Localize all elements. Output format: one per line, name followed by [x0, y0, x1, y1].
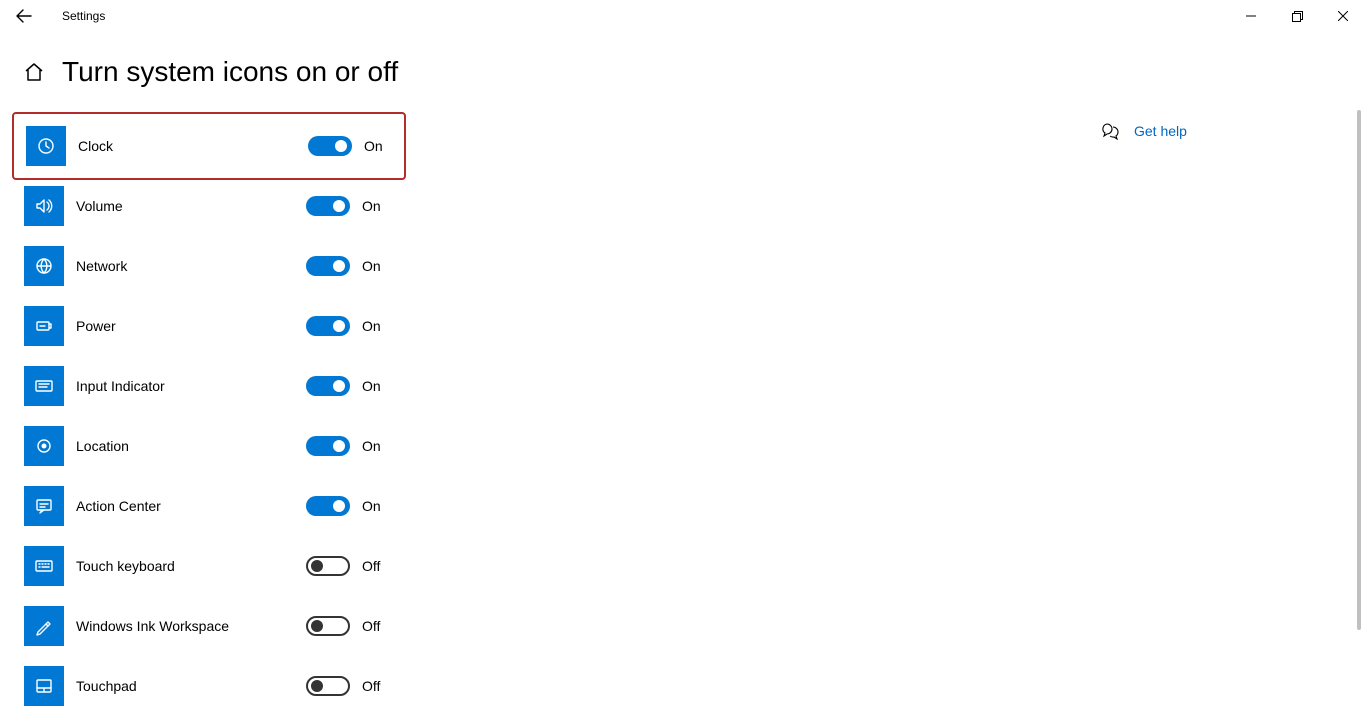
input-indicator-icon: [34, 376, 54, 396]
touch-keyboard-toggle-state: Off: [362, 558, 380, 574]
system-icon-row-clock: Clock On: [12, 112, 406, 180]
page-header: Turn system icons on or off: [0, 32, 1366, 116]
touch-keyboard-icon-box: [24, 546, 64, 586]
page-title: Turn system icons on or off: [62, 56, 398, 88]
system-icon-row-action-center: Action Center On: [24, 476, 1084, 536]
system-icon-row-power: Power On: [24, 296, 1084, 356]
power-icon: [34, 316, 54, 336]
touchpad-toggle-state: Off: [362, 678, 380, 694]
clock-icon-box: [26, 126, 66, 166]
back-arrow-icon: [16, 8, 32, 24]
location-toggle[interactable]: [306, 436, 350, 456]
maximize-button[interactable]: [1274, 0, 1320, 32]
close-icon: [1338, 11, 1348, 21]
content: ClockOnVolumeOnNetworkOnPowerOnInput Ind…: [0, 116, 1366, 716]
app-title: Settings: [52, 9, 105, 23]
input-indicator-toggle[interactable]: [306, 376, 350, 396]
windows-ink-icon: [34, 616, 54, 636]
system-icons-list: ClockOnVolumeOnNetworkOnPowerOnInput Ind…: [24, 116, 1084, 716]
system-icon-row-touchpad: Touchpad Off: [24, 656, 1084, 716]
toggle-knob: [333, 380, 345, 392]
power-toggle[interactable]: [306, 316, 350, 336]
location-icon: [34, 436, 54, 456]
titlebar-left: Settings: [8, 0, 105, 32]
toggle-knob: [335, 140, 347, 152]
touch-keyboard-icon: [34, 556, 54, 576]
toggle-knob: [333, 320, 345, 332]
touchpad-icon: [34, 676, 54, 696]
touchpad-icon-box: [24, 666, 64, 706]
location-icon-box: [24, 426, 64, 466]
windows-ink-label: Windows Ink Workspace: [76, 618, 306, 634]
scrollbar[interactable]: [1352, 110, 1366, 720]
help-chat-icon: [1102, 122, 1120, 140]
action-center-label: Action Center: [76, 498, 306, 514]
toggle-knob: [333, 440, 345, 452]
clock-toggle[interactable]: [308, 136, 352, 156]
volume-label: Volume: [76, 198, 306, 214]
toggle-knob: [311, 560, 323, 572]
toggle-knob: [311, 680, 323, 692]
home-icon: [24, 62, 44, 82]
network-icon-box: [24, 246, 64, 286]
system-icon-row-windows-ink: Windows Ink Workspace Off: [24, 596, 1084, 656]
system-icon-row-touch-keyboard: Touch keyboard Off: [24, 536, 1084, 596]
power-toggle-state: On: [362, 318, 381, 334]
input-indicator-toggle-state: On: [362, 378, 381, 394]
minimize-icon: [1246, 11, 1256, 21]
system-icon-row-volume: Volume On: [24, 176, 1084, 236]
home-button[interactable]: [24, 62, 44, 82]
touchpad-toggle[interactable]: [306, 676, 350, 696]
power-icon-box: [24, 306, 64, 346]
clock-icon: [36, 136, 56, 156]
action-center-icon: [34, 496, 54, 516]
toggle-knob: [333, 500, 345, 512]
toggle-knob: [333, 260, 345, 272]
system-icon-row-input-indicator: Input Indicator On: [24, 356, 1084, 416]
action-center-icon-box: [24, 486, 64, 526]
network-toggle[interactable]: [306, 256, 350, 276]
scrollbar-thumb[interactable]: [1357, 110, 1361, 630]
close-button[interactable]: [1320, 0, 1366, 32]
clock-toggle-state: On: [364, 138, 383, 154]
system-icon-row-location: Location On: [24, 416, 1084, 476]
toggle-knob: [333, 200, 345, 212]
input-indicator-icon-box: [24, 366, 64, 406]
help-panel: Get help: [1084, 116, 1187, 716]
volume-toggle[interactable]: [306, 196, 350, 216]
touch-keyboard-label: Touch keyboard: [76, 558, 306, 574]
location-label: Location: [76, 438, 306, 454]
action-center-toggle[interactable]: [306, 496, 350, 516]
network-label: Network: [76, 258, 306, 274]
titlebar: Settings: [0, 0, 1366, 32]
back-button[interactable]: [8, 0, 40, 32]
touchpad-label: Touchpad: [76, 678, 306, 694]
system-icon-row-network: Network On: [24, 236, 1084, 296]
get-help-label: Get help: [1134, 123, 1187, 139]
input-indicator-label: Input Indicator: [76, 378, 306, 394]
touch-keyboard-toggle[interactable]: [306, 556, 350, 576]
network-toggle-state: On: [362, 258, 381, 274]
windows-ink-toggle[interactable]: [306, 616, 350, 636]
network-icon: [34, 256, 54, 276]
minimize-button[interactable]: [1228, 0, 1274, 32]
windows-ink-toggle-state: Off: [362, 618, 380, 634]
action-center-toggle-state: On: [362, 498, 381, 514]
maximize-icon: [1292, 11, 1303, 22]
get-help-link[interactable]: Get help: [1102, 122, 1187, 140]
power-label: Power: [76, 318, 306, 334]
toggle-knob: [311, 620, 323, 632]
volume-toggle-state: On: [362, 198, 381, 214]
windows-ink-icon-box: [24, 606, 64, 646]
volume-icon-box: [24, 186, 64, 226]
clock-label: Clock: [78, 138, 308, 154]
window-controls: [1228, 0, 1366, 32]
volume-icon: [34, 196, 54, 216]
location-toggle-state: On: [362, 438, 381, 454]
